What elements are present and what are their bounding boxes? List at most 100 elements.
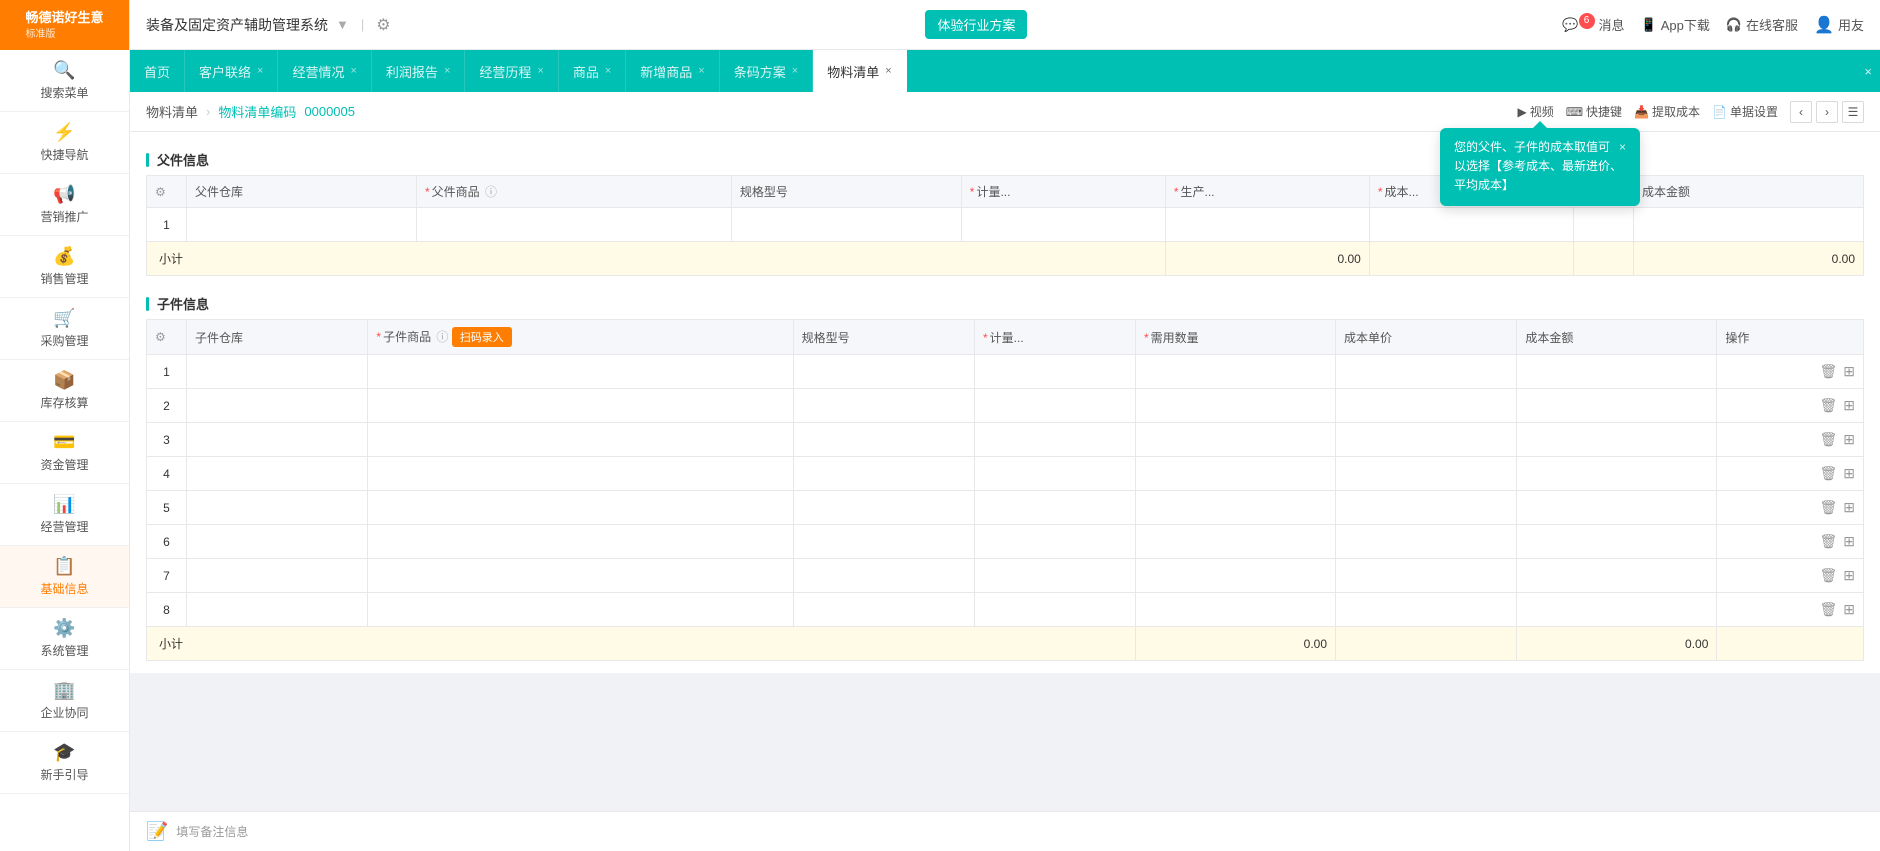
tab-close-icon[interactable]: ×	[885, 65, 891, 77]
child-cell-qty-1[interactable]	[1135, 355, 1335, 389]
sidebar-item-operations[interactable]: 📊 经营管理	[0, 484, 129, 546]
copy-icon-5[interactable]: ⊞	[1843, 499, 1855, 516]
message-action[interactable]: 💬 6 消息	[1562, 15, 1624, 34]
child-cell-spec-1[interactable]	[793, 355, 974, 389]
tab-profit[interactable]: 利润报告 ×	[372, 50, 465, 92]
pager-list-btn[interactable]: ☰	[1842, 101, 1864, 123]
tab-bom[interactable]: 物料清单 ×	[813, 50, 906, 92]
child-cell-unit-cost-3[interactable]	[1336, 423, 1517, 457]
sidebar-item-purchase[interactable]: 🛒 采购管理	[0, 298, 129, 360]
delete-icon-1[interactable]: 🗑	[1819, 363, 1837, 380]
child-col-settings[interactable]: ⚙	[147, 320, 187, 355]
child-cell-unit-7[interactable]	[975, 559, 1136, 593]
child-cell-warehouse-8[interactable]	[187, 593, 368, 627]
help-icon[interactable]: ⓘ	[436, 330, 448, 344]
child-cell-product-4[interactable]	[368, 457, 793, 491]
delete-icon-7[interactable]: 🗑	[1819, 567, 1837, 584]
sidebar-item-sales[interactable]: 💰 销售管理	[0, 236, 129, 298]
parent-cell-unit[interactable]	[961, 208, 1165, 242]
child-cell-unit-2[interactable]	[975, 389, 1136, 423]
child-cell-product-2[interactable]	[368, 389, 793, 423]
tab-close-icon[interactable]: ×	[444, 65, 450, 77]
delete-icon-3[interactable]: 🗑	[1819, 431, 1837, 448]
copy-icon-7[interactable]: ⊞	[1843, 567, 1855, 584]
child-cell-product-6[interactable]	[368, 525, 793, 559]
sidebar-item-quick-nav[interactable]: ⚡ 快捷导航	[0, 112, 129, 174]
tab-operations[interactable]: 经营情况 ×	[278, 50, 371, 92]
child-cell-warehouse-5[interactable]	[187, 491, 368, 525]
copy-icon-3[interactable]: ⊞	[1843, 431, 1855, 448]
child-cell-spec-8[interactable]	[793, 593, 974, 627]
tab-home[interactable]: 首页	[130, 50, 185, 92]
copy-icon-6[interactable]: ⊞	[1843, 533, 1855, 550]
parent-cell-production[interactable]	[1165, 208, 1369, 242]
app-download-action[interactable]: 📱 App下载	[1641, 15, 1710, 34]
child-cell-warehouse-4[interactable]	[187, 457, 368, 491]
delete-icon-6[interactable]: 🗑	[1819, 533, 1837, 550]
child-cell-unit-4[interactable]	[975, 457, 1136, 491]
child-cell-unit-3[interactable]	[975, 423, 1136, 457]
child-cell-unit-5[interactable]	[975, 491, 1136, 525]
user-action[interactable]: 👤 用友	[1814, 15, 1864, 35]
copy-icon-8[interactable]: ⊞	[1843, 601, 1855, 618]
parent-cell-spec[interactable]	[731, 208, 961, 242]
sidebar-item-finance[interactable]: 💳 资金管理	[0, 422, 129, 484]
parent-cell-product[interactable]	[416, 208, 731, 242]
sidebar-item-system[interactable]: ⚙️ 系统管理	[0, 608, 129, 670]
tab-close-icon[interactable]: ×	[698, 65, 704, 77]
child-cell-unit-1[interactable]	[975, 355, 1136, 389]
online-service-action[interactable]: 🎧 在线客服	[1726, 15, 1798, 34]
sidebar-item-basic-info[interactable]: 📋 基础信息	[0, 546, 129, 608]
tab-product[interactable]: 商品 ×	[559, 50, 626, 92]
extract-cost-btn[interactable]: 📥 提取成本	[1634, 103, 1700, 120]
tab-history[interactable]: 经营历程 ×	[465, 50, 558, 92]
child-cell-warehouse-6[interactable]	[187, 525, 368, 559]
child-cell-product-1[interactable]	[368, 355, 793, 389]
child-cell-unit-cost-6[interactable]	[1336, 525, 1517, 559]
sidebar-item-search[interactable]: 🔍 搜索菜单	[0, 50, 129, 112]
delete-icon-2[interactable]: 🗑	[1819, 397, 1837, 414]
child-cell-product-8[interactable]	[368, 593, 793, 627]
child-cell-unit-cost-4[interactable]	[1336, 457, 1517, 491]
child-cell-unit-6[interactable]	[975, 525, 1136, 559]
tooltip-close-btn[interactable]: ×	[1619, 138, 1626, 157]
child-cell-qty-6[interactable]	[1135, 525, 1335, 559]
pager-prev-btn[interactable]: ‹	[1790, 101, 1812, 123]
tab-close-icon[interactable]: ×	[257, 65, 263, 77]
single-settings-btn[interactable]: 📄 单据设置	[1712, 103, 1778, 120]
parent-col-settings[interactable]: ⚙	[147, 176, 187, 208]
gear-settings-icon[interactable]: ⚙	[376, 15, 390, 35]
sidebar-item-enterprise[interactable]: 🏢 企业协同	[0, 670, 129, 732]
child-cell-product-7[interactable]	[368, 559, 793, 593]
help-icon[interactable]: ⓘ	[485, 185, 497, 199]
copy-icon-1[interactable]: ⊞	[1843, 363, 1855, 380]
delete-icon-4[interactable]: 🗑	[1819, 465, 1837, 482]
child-cell-spec-7[interactable]	[793, 559, 974, 593]
tab-add-product[interactable]: 新增商品 ×	[626, 50, 719, 92]
child-cell-warehouse-3[interactable]	[187, 423, 368, 457]
tab-close-icon[interactable]: ×	[350, 65, 356, 77]
system-title-dropdown[interactable]: ▼	[336, 17, 349, 32]
parent-cell-warehouse[interactable]	[187, 208, 417, 242]
child-cell-spec-3[interactable]	[793, 423, 974, 457]
child-cell-spec-5[interactable]	[793, 491, 974, 525]
parent-cell-cost[interactable]	[1369, 208, 1573, 242]
child-cell-qty-2[interactable]	[1135, 389, 1335, 423]
tab-close-icon[interactable]: ×	[537, 65, 543, 77]
view-btn[interactable]: ▶ 视频	[1517, 103, 1553, 120]
child-cell-unit-cost-2[interactable]	[1336, 389, 1517, 423]
sidebar-item-guide[interactable]: 🎓 新手引导	[0, 732, 129, 794]
child-cell-unit-8[interactable]	[975, 593, 1136, 627]
shortcut-btn[interactable]: ⌨ 快捷键	[1566, 103, 1622, 120]
child-cell-spec-4[interactable]	[793, 457, 974, 491]
child-cell-unit-cost-8[interactable]	[1336, 593, 1517, 627]
child-cell-qty-3[interactable]	[1135, 423, 1335, 457]
child-cell-warehouse-1[interactable]	[187, 355, 368, 389]
child-cell-qty-4[interactable]	[1135, 457, 1335, 491]
copy-icon-2[interactable]: ⊞	[1843, 397, 1855, 414]
close-all-tabs[interactable]: ×	[1856, 64, 1880, 79]
child-cell-unit-cost-1[interactable]	[1336, 355, 1517, 389]
delete-icon-8[interactable]: 🗑	[1819, 601, 1837, 618]
gear-icon[interactable]: ⚙	[155, 185, 166, 199]
copy-icon-4[interactable]: ⊞	[1843, 465, 1855, 482]
